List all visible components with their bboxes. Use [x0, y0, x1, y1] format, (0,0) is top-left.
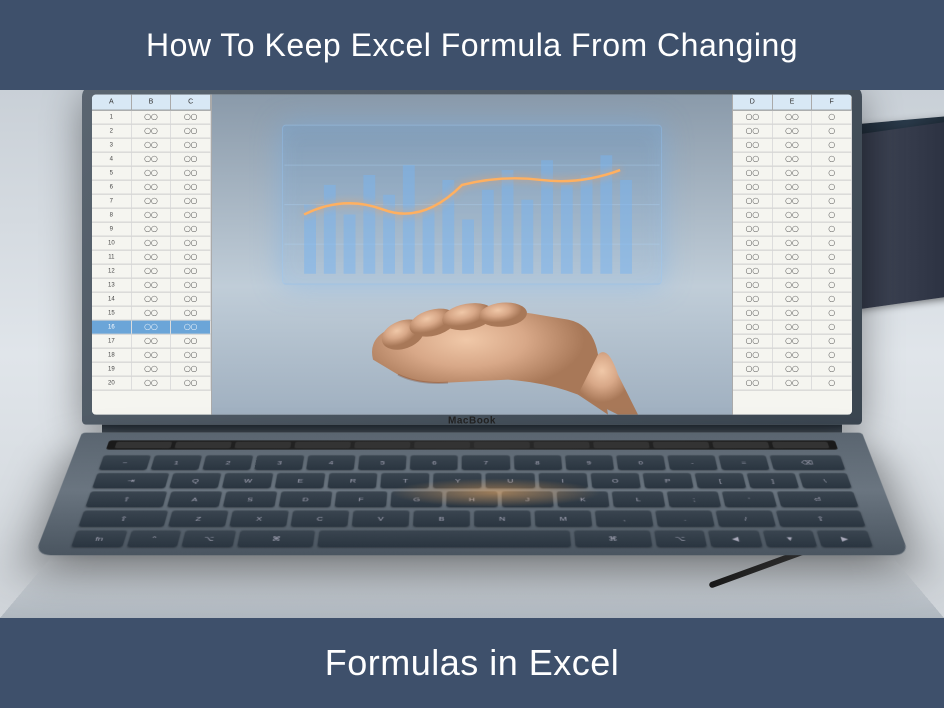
sheet-header: DEF: [733, 95, 852, 111]
laptop-brand: MacBook: [448, 416, 496, 427]
laptop-keyboard: ~1234567890-=⌫ ⇥QWERTYUIOP[]\ ⇪ASDFGHJKL…: [35, 433, 910, 556]
screen-center-art: [212, 95, 732, 415]
laptop-screen: ABC 1◯◯◯◯ 2◯◯◯◯ 3◯◯◯◯ 4◯◯◯◯ 5◯◯◯◯ 6◯◯◯◯ …: [92, 95, 852, 415]
hand-illustration: [328, 235, 648, 415]
top-banner: How To Keep Excel Formula From Changing: [0, 0, 944, 90]
spreadsheet-right: DEF ◯◯◯◯◯ ◯◯◯◯◯ ◯◯◯◯◯ ◯◯◯◯◯ ◯◯◯◯◯ ◯◯◯◯◯ …: [732, 95, 852, 415]
laptop-screen-frame: ABC 1◯◯◯◯ 2◯◯◯◯ 3◯◯◯◯ 4◯◯◯◯ 5◯◯◯◯ 6◯◯◯◯ …: [82, 90, 862, 425]
sheet-header: ABC: [92, 95, 211, 111]
spreadsheet-left: ABC 1◯◯◯◯ 2◯◯◯◯ 3◯◯◯◯ 4◯◯◯◯ 5◯◯◯◯ 6◯◯◯◯ …: [92, 95, 212, 415]
illustration-scene: ABC 1◯◯◯◯ 2◯◯◯◯ 3◯◯◯◯ 4◯◯◯◯ 5◯◯◯◯ 6◯◯◯◯ …: [0, 90, 944, 618]
laptop: ABC 1◯◯◯◯ 2◯◯◯◯ 3◯◯◯◯ 4◯◯◯◯ 5◯◯◯◯ 6◯◯◯◯ …: [82, 90, 862, 603]
touchbar: [106, 440, 838, 449]
bottom-banner: Formulas in Excel: [0, 618, 944, 708]
top-title: How To Keep Excel Formula From Changing: [146, 27, 798, 64]
bottom-title: Formulas in Excel: [325, 642, 620, 684]
